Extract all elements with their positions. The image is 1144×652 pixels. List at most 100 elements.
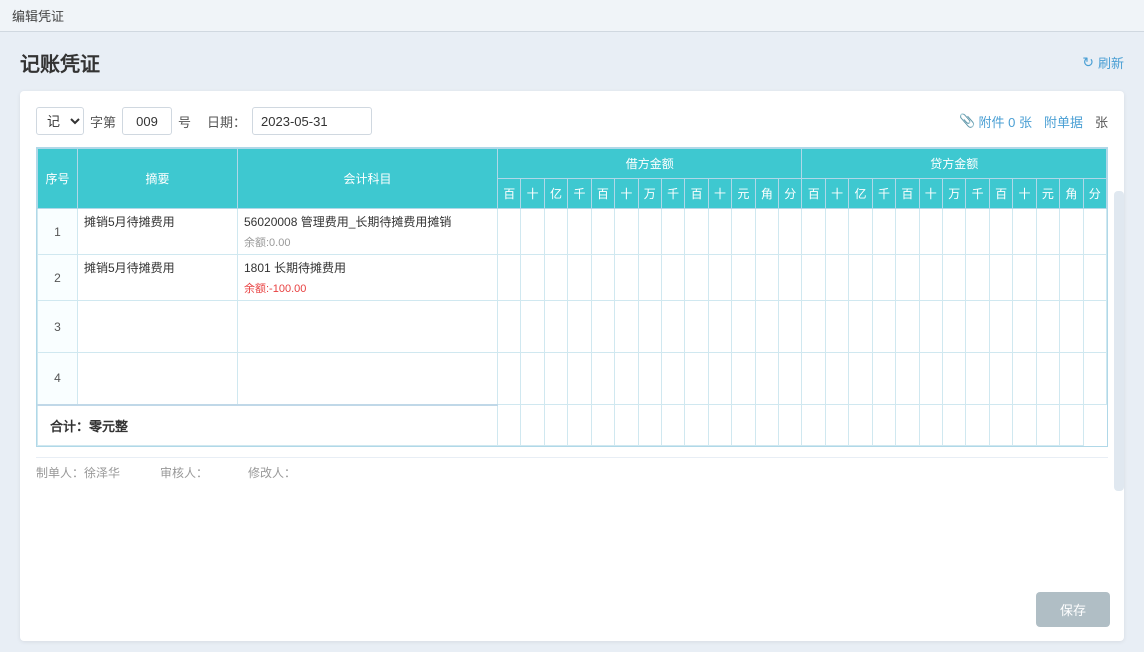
row2-d10[interactable] <box>708 255 731 301</box>
row1-d6[interactable] <box>615 209 638 255</box>
row1-d11[interactable] <box>732 209 755 255</box>
row1-c7[interactable] <box>943 209 966 255</box>
row1-d4[interactable] <box>568 209 591 255</box>
row2-c9[interactable] <box>989 255 1012 301</box>
row2-d7[interactable] <box>638 255 661 301</box>
th-d2: 十 <box>521 179 544 209</box>
row4-seq: 4 <box>38 353 78 405</box>
row2-c8[interactable] <box>966 255 989 301</box>
save-button[interactable]: 保存 <box>1036 592 1110 627</box>
attach-voucher-button[interactable]: 附单据 <box>1044 112 1083 131</box>
row1-d5[interactable] <box>591 209 614 255</box>
row2-d3[interactable] <box>544 255 567 301</box>
row2-c6[interactable] <box>919 255 942 301</box>
row2-c11[interactable] <box>1036 255 1059 301</box>
attach-count-label: 附件 0 张 <box>979 112 1032 131</box>
th-c3: 亿 <box>849 179 872 209</box>
row2-c10[interactable] <box>1013 255 1036 301</box>
maker-label: 制单人：徐泽华 <box>36 464 120 481</box>
row3-subject[interactable] <box>238 301 498 353</box>
row1-c13[interactable] <box>1083 209 1106 255</box>
row1-c1[interactable] <box>802 209 825 255</box>
modifier-label: 修改人： <box>248 464 296 481</box>
attachment-link[interactable]: 📎 附件 0 张 <box>959 112 1032 131</box>
title-bar: 编辑凭证 <box>0 0 1144 32</box>
row1-d13[interactable] <box>779 209 802 255</box>
row1-d2[interactable] <box>521 209 544 255</box>
th-c10: 十 <box>1013 179 1036 209</box>
voucher-table-wrapper: 序号 摘要 会计科目 借方金额 贷方金额 百 十 亿 千 百 十 万 <box>36 147 1108 447</box>
zi-label: 字第 <box>90 112 116 131</box>
refresh-icon: ↻ <box>1082 54 1094 71</box>
date-label: 日期： <box>207 112 246 131</box>
row2-c2[interactable] <box>825 255 848 301</box>
row2-c13[interactable] <box>1083 255 1106 301</box>
row1-c8[interactable] <box>966 209 989 255</box>
th-c1: 百 <box>802 179 825 209</box>
row2-c7[interactable] <box>943 255 966 301</box>
row2-c3[interactable] <box>849 255 872 301</box>
type-select[interactable]: 记 <box>36 107 84 135</box>
date-input[interactable] <box>252 107 372 135</box>
table-row: 4 <box>38 353 1107 405</box>
voucher-table: 序号 摘要 会计科目 借方金额 贷方金额 百 十 亿 千 百 十 万 <box>37 148 1107 446</box>
row1-summary[interactable]: 摊销5月待摊费用 <box>78 209 238 255</box>
row1-c10[interactable] <box>1013 209 1036 255</box>
row2-d9[interactable] <box>685 255 708 301</box>
row2-seq: 2 <box>38 255 78 301</box>
row3-summary[interactable] <box>78 301 238 353</box>
row2-c4[interactable] <box>872 255 895 301</box>
page-header: 记账凭证 ↻ 刷新 <box>20 48 1124 77</box>
row1-subject[interactable]: 56020008 管理费用_长期待摊费用摊销 余额:0.00 <box>238 209 498 255</box>
row2-d1[interactable] <box>498 255 521 301</box>
th-c4: 千 <box>872 179 895 209</box>
row1-c12[interactable] <box>1060 209 1083 255</box>
th-c12: 角 <box>1060 179 1083 209</box>
row2-d4[interactable] <box>568 255 591 301</box>
th-d4: 千 <box>568 179 591 209</box>
row1-c11[interactable] <box>1036 209 1059 255</box>
row2-d8[interactable] <box>661 255 684 301</box>
th-d6: 十 <box>615 179 638 209</box>
total-row: 合计：零元整 <box>38 405 1107 446</box>
header-row-1: 序号 摘要 会计科目 借方金额 贷方金额 <box>38 149 1107 179</box>
row2-d2[interactable] <box>521 255 544 301</box>
row1-c6[interactable] <box>919 209 942 255</box>
row1-c5[interactable] <box>896 209 919 255</box>
th-d8: 千 <box>661 179 684 209</box>
refresh-label: 刷新 <box>1098 53 1124 72</box>
row2-d12[interactable] <box>755 255 778 301</box>
row1-c3[interactable] <box>849 209 872 255</box>
main-container: 记账凭证 ↻ 刷新 记 字第 号 日期： 📎 附件 <box>0 32 1144 652</box>
row2-d11[interactable] <box>732 255 755 301</box>
row2-c1[interactable] <box>802 255 825 301</box>
row2-c12[interactable] <box>1060 255 1083 301</box>
row1-d10[interactable] <box>708 209 731 255</box>
row1-c9[interactable] <box>989 209 1012 255</box>
row4-summary[interactable] <box>78 353 238 405</box>
row2-d6[interactable] <box>615 255 638 301</box>
refresh-button[interactable]: ↻ 刷新 <box>1082 53 1124 72</box>
row1-d8[interactable] <box>661 209 684 255</box>
zi-input[interactable] <box>122 107 172 135</box>
row2-c5[interactable] <box>896 255 919 301</box>
th-c11: 元 <box>1036 179 1059 209</box>
type-group: 记 字第 号 <box>36 107 191 135</box>
row2-subject[interactable]: 1801 长期待摊费用 余额:-100.00 <box>238 255 498 301</box>
row4-subject[interactable] <box>238 353 498 405</box>
th-seq: 序号 <box>38 149 78 209</box>
row1-c2[interactable] <box>825 209 848 255</box>
row2-summary[interactable]: 摊销5月待摊费用 <box>78 255 238 301</box>
row2-d5[interactable] <box>591 255 614 301</box>
th-d13: 分 <box>779 179 802 209</box>
row1-d1[interactable] <box>498 209 521 255</box>
row1-c4[interactable] <box>872 209 895 255</box>
page-title: 记账凭证 <box>20 48 100 77</box>
row2-d13[interactable] <box>779 255 802 301</box>
row1-d12[interactable] <box>755 209 778 255</box>
row1-d9[interactable] <box>685 209 708 255</box>
voucher-footer: 制单人：徐泽华 审核人： 修改人： <box>36 457 1108 487</box>
row1-d3[interactable] <box>544 209 567 255</box>
attachment-area: 📎 附件 0 张 附单据 张 <box>959 112 1108 131</box>
row1-d7[interactable] <box>638 209 661 255</box>
